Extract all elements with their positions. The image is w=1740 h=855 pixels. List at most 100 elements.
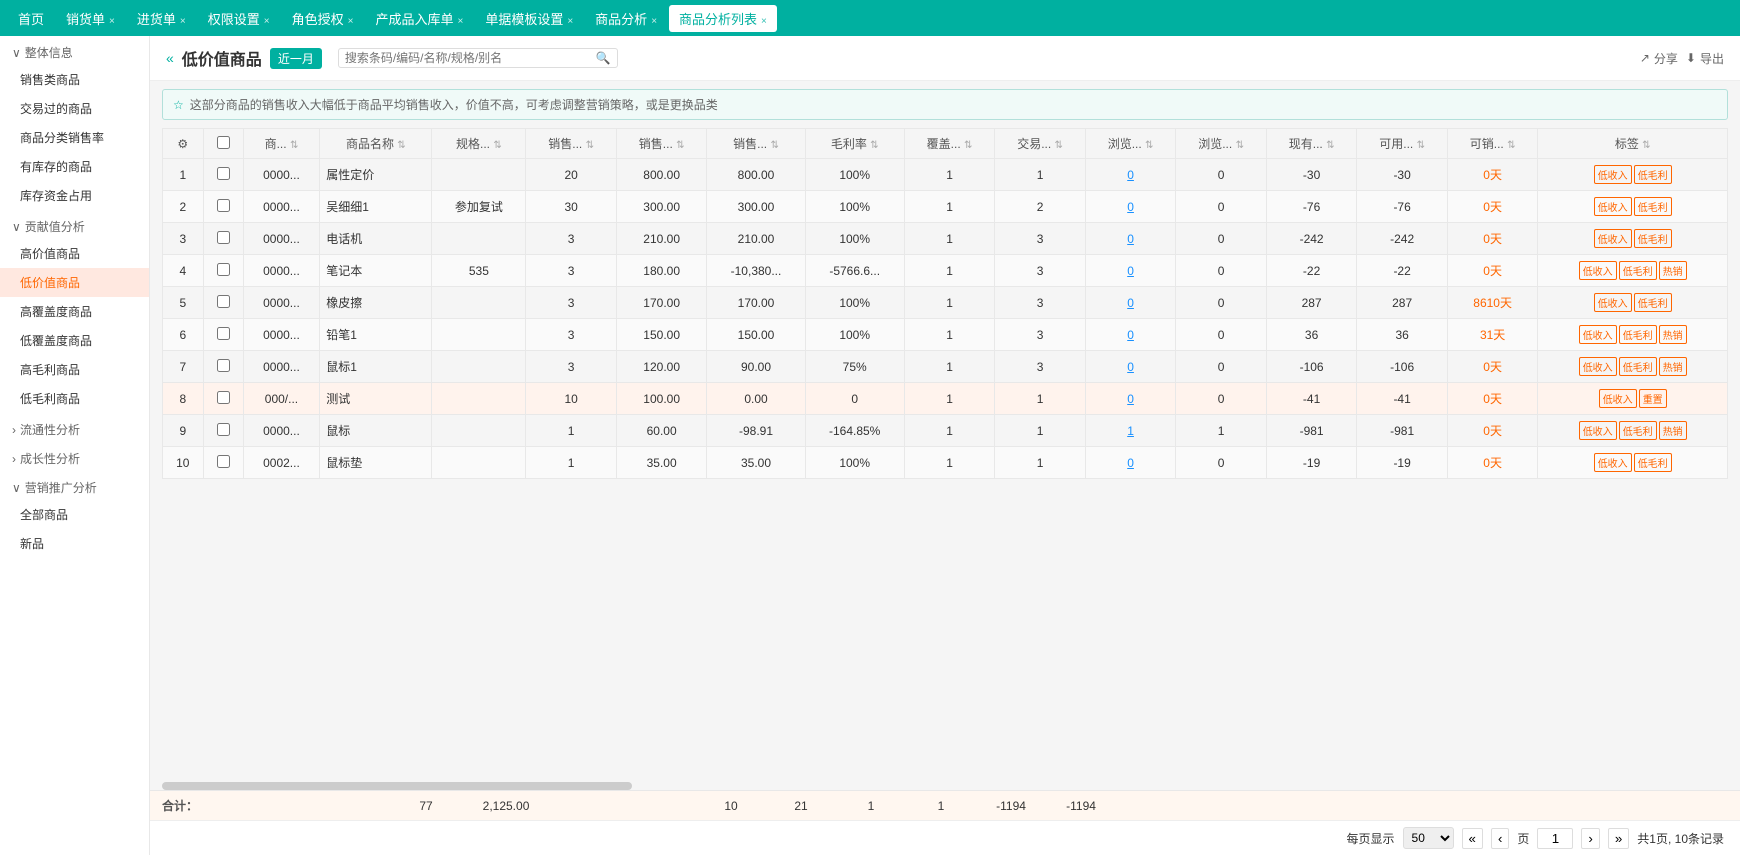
row-view1[interactable]: 0: [1085, 447, 1176, 479]
sidebar-item-sales-goods[interactable]: 销售类商品: [0, 65, 149, 94]
select-all-checkbox[interactable]: [217, 136, 230, 149]
sidebar-section-circulation[interactable]: › 流通性分析: [0, 413, 149, 442]
nav-production[interactable]: 产成品入库单×: [365, 5, 473, 32]
col-spec[interactable]: 规格... ⇅: [432, 129, 526, 159]
row-checkbox[interactable]: [203, 447, 243, 479]
nav-goods-analysis-close[interactable]: ×: [651, 16, 657, 27]
nav-goods-analysis-list[interactable]: 商品分析列表×: [669, 5, 777, 32]
scrollbar-thumb[interactable]: [162, 782, 632, 790]
sidebar-item-low-margin[interactable]: 低毛利商品: [0, 384, 149, 413]
col-sales-amt[interactable]: 销售... ⇅: [616, 129, 707, 159]
page-next-btn[interactable]: ›: [1581, 828, 1599, 849]
row-checkbox[interactable]: [203, 191, 243, 223]
col-qty[interactable]: 销售... ⇅: [526, 129, 617, 159]
view-link[interactable]: 0: [1127, 456, 1134, 470]
nav-goods-analysis[interactable]: 商品分析×: [585, 5, 667, 32]
view-link[interactable]: 1: [1127, 424, 1134, 438]
view-link[interactable]: 0: [1127, 392, 1134, 406]
col-view1[interactable]: 浏览... ⇅: [1085, 129, 1176, 159]
row-view1[interactable]: 0: [1085, 255, 1176, 287]
sidebar-section-marketing[interactable]: ∨ 营销推广分析: [0, 471, 149, 500]
nav-roles-close[interactable]: ×: [348, 16, 354, 27]
sidebar-item-low-coverage[interactable]: 低覆盖度商品: [0, 326, 149, 355]
nav-sales-close[interactable]: ×: [109, 16, 115, 27]
row-view1[interactable]: 0: [1085, 287, 1176, 319]
page-size-select[interactable]: 50 100 200: [1403, 827, 1454, 849]
nav-production-close[interactable]: ×: [457, 16, 463, 27]
gear-icon[interactable]: ⚙: [177, 137, 188, 151]
nav-roles[interactable]: 角色授权×: [282, 5, 364, 32]
row-select-checkbox[interactable]: [217, 327, 230, 340]
row-select-checkbox[interactable]: [217, 423, 230, 436]
col-margin[interactable]: 毛利率 ⇅: [805, 129, 904, 159]
col-transaction[interactable]: 交易... ⇅: [995, 129, 1086, 159]
nav-template[interactable]: 单据模板设置×: [475, 5, 583, 32]
nav-template-close[interactable]: ×: [567, 16, 573, 27]
row-checkbox[interactable]: [203, 287, 243, 319]
page-last-btn[interactable]: »: [1608, 828, 1629, 849]
col-stock2[interactable]: 可用... ⇅: [1357, 129, 1448, 159]
row-view1[interactable]: 0: [1085, 319, 1176, 351]
view-link[interactable]: 0: [1127, 360, 1134, 374]
row-view1[interactable]: 1: [1085, 415, 1176, 447]
sidebar-item-high-coverage[interactable]: 高覆盖度商品: [0, 297, 149, 326]
row-select-checkbox[interactable]: [217, 359, 230, 372]
col-name[interactable]: 商品名称 ⇅: [320, 129, 432, 159]
row-checkbox[interactable]: [203, 319, 243, 351]
sidebar-item-stocked-goods[interactable]: 有库存的商品: [0, 152, 149, 181]
nav-permissions-close[interactable]: ×: [264, 16, 270, 27]
nav-purchase[interactable]: 进货单×: [127, 5, 196, 32]
nav-permissions[interactable]: 权限设置×: [198, 5, 280, 32]
horizontal-scrollbar[interactable]: [162, 782, 1728, 790]
nav-goods-analysis-list-close[interactable]: ×: [761, 16, 767, 27]
view-link[interactable]: 0: [1127, 296, 1134, 310]
nav-purchase-close[interactable]: ×: [180, 16, 186, 27]
view-link[interactable]: 0: [1127, 168, 1134, 182]
sidebar-section-contribution[interactable]: ∨ 贡献值分析: [0, 210, 149, 239]
page-prev-btn[interactable]: ‹: [1491, 828, 1509, 849]
col-stock1[interactable]: 现有... ⇅: [1266, 129, 1357, 159]
sidebar-item-all-goods[interactable]: 全部商品: [0, 500, 149, 529]
time-filter-button[interactable]: 近一月: [270, 48, 322, 69]
search-input[interactable]: [345, 51, 596, 65]
row-select-checkbox[interactable]: [217, 167, 230, 180]
row-view1[interactable]: 0: [1085, 383, 1176, 415]
row-select-checkbox[interactable]: [217, 231, 230, 244]
search-icon[interactable]: 🔍: [596, 51, 611, 65]
row-checkbox[interactable]: [203, 159, 243, 191]
row-view1[interactable]: 0: [1085, 223, 1176, 255]
row-checkbox[interactable]: [203, 415, 243, 447]
nav-sales[interactable]: 销货单×: [56, 5, 125, 32]
col-code[interactable]: 商... ⇅: [243, 129, 320, 159]
row-view1[interactable]: 0: [1085, 351, 1176, 383]
row-select-checkbox[interactable]: [217, 455, 230, 468]
col-settings[interactable]: ⚙: [163, 129, 204, 159]
view-link[interactable]: 0: [1127, 200, 1134, 214]
row-select-checkbox[interactable]: [217, 199, 230, 212]
sidebar-item-new-goods[interactable]: 新品: [0, 529, 149, 558]
sidebar-section-general[interactable]: ∨ 整体信息: [0, 36, 149, 65]
sidebar-item-high-value[interactable]: 高价值商品: [0, 239, 149, 268]
sidebar-item-stock-funds[interactable]: 库存资金占用: [0, 181, 149, 210]
row-view1[interactable]: 0: [1085, 191, 1176, 223]
col-stock3[interactable]: 可销... ⇅: [1447, 129, 1538, 159]
col-sales-amt2[interactable]: 销售... ⇅: [707, 129, 805, 159]
sidebar-item-traded-goods[interactable]: 交易过的商品: [0, 94, 149, 123]
col-checkbox[interactable]: [203, 129, 243, 159]
export-button[interactable]: ⬇ 导出: [1686, 50, 1724, 67]
page-input[interactable]: [1537, 828, 1573, 849]
row-select-checkbox[interactable]: [217, 391, 230, 404]
row-checkbox[interactable]: [203, 223, 243, 255]
sidebar-section-growth[interactable]: › 成长性分析: [0, 442, 149, 471]
view-link[interactable]: 0: [1127, 232, 1134, 246]
row-checkbox[interactable]: [203, 351, 243, 383]
sidebar-item-category-rate[interactable]: 商品分类销售率: [0, 123, 149, 152]
col-view2[interactable]: 浏览... ⇅: [1176, 129, 1267, 159]
view-link[interactable]: 0: [1127, 328, 1134, 342]
row-select-checkbox[interactable]: [217, 263, 230, 276]
row-checkbox[interactable]: [203, 255, 243, 287]
row-view1[interactable]: 0: [1085, 159, 1176, 191]
col-tags[interactable]: 标签 ⇅: [1538, 129, 1728, 159]
nav-home[interactable]: 首页: [8, 5, 54, 32]
sidebar-collapse-icon[interactable]: «: [166, 50, 174, 66]
